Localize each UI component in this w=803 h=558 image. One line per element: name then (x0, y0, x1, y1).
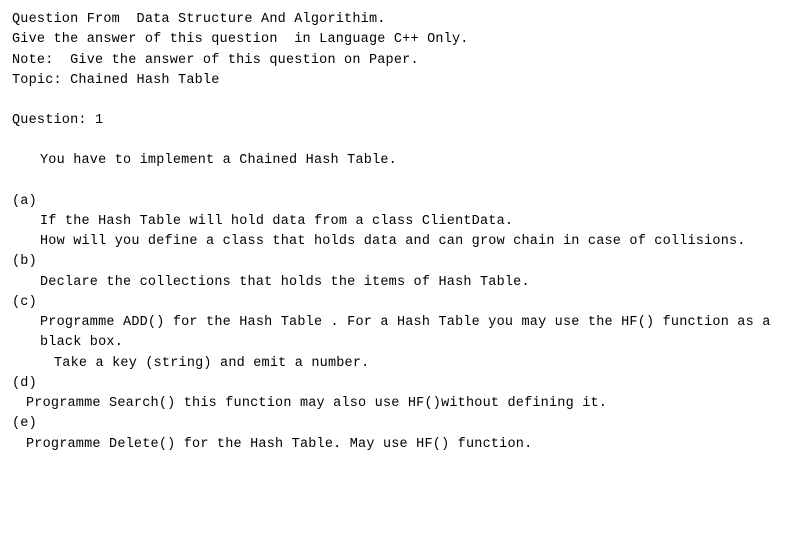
spacer (12, 172, 791, 192)
part-a-text-2: How will you define a class that holds d… (12, 232, 791, 252)
header-line-3: Note: Give the answer of this question o… (12, 51, 791, 71)
part-b-label: (b) (12, 252, 791, 272)
part-e-label: (e) (12, 414, 791, 434)
part-c-text-1: Programme ADD() for the Hash Table . For… (12, 313, 791, 354)
part-c-text-2: Take a key (string) and emit a number. (12, 354, 791, 374)
part-a-label: (a) (12, 192, 791, 212)
question-label: Question: 1 (12, 111, 791, 131)
part-d-text-1: Programme Search() this function may als… (12, 394, 791, 414)
header-line-2: Give the answer of this question in Lang… (12, 30, 791, 50)
spacer (12, 131, 791, 151)
question-intro: You have to implement a Chained Hash Tab… (12, 151, 791, 171)
part-d-label: (d) (12, 374, 791, 394)
part-b-text-1: Declare the collections that holds the i… (12, 273, 791, 293)
part-c-label: (c) (12, 293, 791, 313)
part-a-text-1: If the Hash Table will hold data from a … (12, 212, 791, 232)
header-line-1: Question From Data Structure And Algorit… (12, 10, 791, 30)
spacer (12, 91, 791, 111)
part-e-text-1: Programme Delete() for the Hash Table. M… (12, 435, 791, 455)
header-line-4: Topic: Chained Hash Table (12, 71, 791, 91)
